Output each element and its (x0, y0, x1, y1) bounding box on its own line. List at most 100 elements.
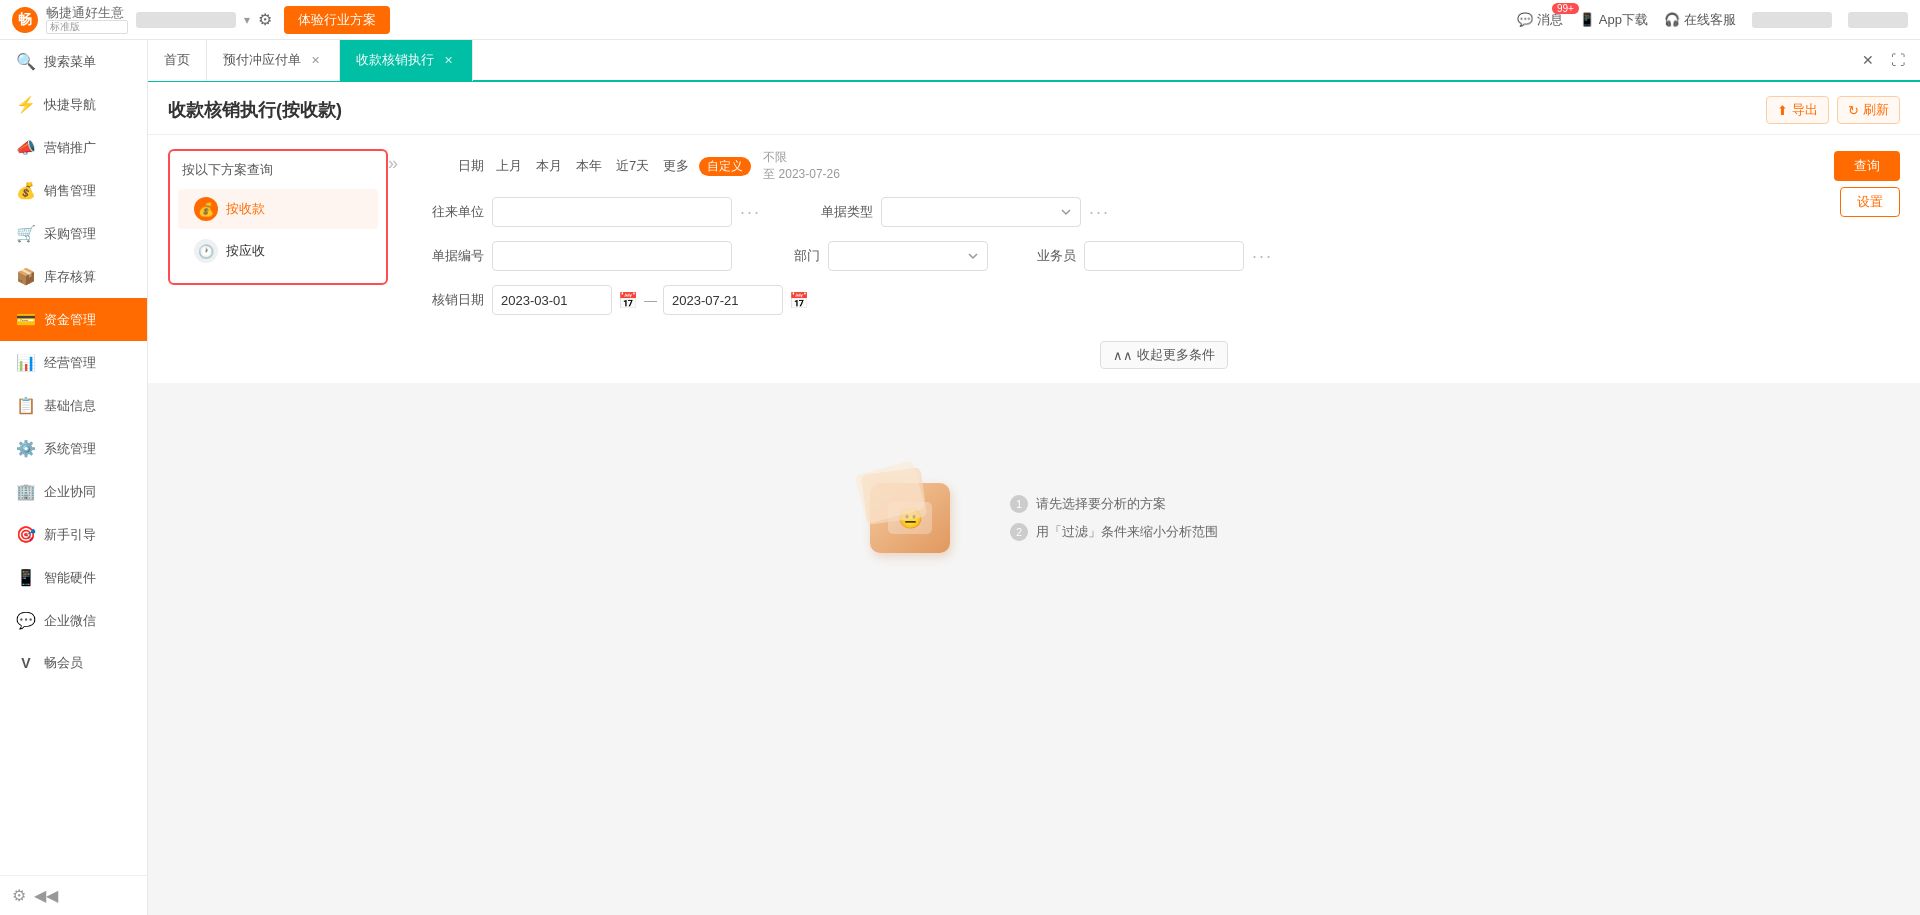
tab-close-all-button[interactable]: ✕ (1854, 46, 1882, 74)
mobile-icon: 📱 (1579, 12, 1595, 27)
search-icon: 🔍 (16, 52, 36, 71)
filter-receipt-label: 按收款 (226, 200, 265, 218)
sidebar-item-sales[interactable]: 💰 销售管理 (0, 169, 147, 212)
sidebar-item-member[interactable]: V 畅会员 (0, 642, 147, 684)
filter-by-receipt[interactable]: 💰 按收款 (178, 189, 378, 229)
tab-close-prepay[interactable]: ✕ (307, 52, 323, 68)
sidebar-item-quick-nav[interactable]: ⚡ 快捷导航 (0, 83, 147, 126)
step-1-badge: 1 (1010, 495, 1028, 513)
counterparty-more-icon[interactable]: ··· (740, 202, 761, 223)
cart-icon: 🛒 (16, 224, 36, 243)
filter-sidebar: 按以下方案查询 💰 按收款 🕐 按应收 (168, 149, 388, 369)
docno-filter-row: 单据编号 部门 业务员 ··· (428, 241, 1802, 271)
sidebar-item-purchase[interactable]: 🛒 采购管理 (0, 212, 147, 255)
chevron-left-icon: » (388, 153, 398, 174)
tab-receipt-writeoff[interactable]: 收款核销执行 ✕ (340, 40, 473, 81)
page-header: 收款核销执行(按收款) ⬆ 导出 ↻ 刷新 (148, 82, 1920, 135)
empty-step-1-text: 请先选择要分析的方案 (1036, 495, 1166, 513)
filter-main: 日期 上月 本月 本年 近7天 更多 自定义 (412, 149, 1900, 369)
date-7days[interactable]: 近7天 (612, 155, 653, 177)
solution-button[interactable]: 体验行业方案 (284, 6, 390, 34)
writeoff-date-picker: 📅 — 📅 (492, 285, 809, 315)
writeoff-date-start[interactable] (492, 285, 612, 315)
collapse-more-button[interactable]: ∧∧ 收起更多条件 (1100, 341, 1228, 369)
filter-sidebar-title: 按以下方案查询 (170, 161, 386, 187)
message-icon: 💬 (1517, 12, 1533, 27)
writeoff-date-end[interactable] (663, 285, 783, 315)
main-layout: 🔍 搜索菜单 ⚡ 快捷导航 📣 营销推广 💰 销售管理 🛒 采购管理 📦 库存核… (0, 40, 1920, 915)
tabbar-actions: ✕ ⛶ (1854, 46, 1920, 74)
query-button[interactable]: 查询 (1834, 151, 1900, 181)
sidebar-item-beginner[interactable]: 🎯 新手引导 (0, 513, 147, 556)
wechat-icon: 💬 (16, 611, 36, 630)
empty-text-group: 1 请先选择要分析的方案 2 用「过滤」条件来缩小分析范围 (1010, 495, 1218, 541)
counterparty-input[interactable] (492, 197, 732, 227)
doc-type-more-icon[interactable]: ··· (1089, 202, 1110, 223)
sidebar-item-system[interactable]: ⚙️ 系统管理 (0, 427, 147, 470)
export-icon: ⬆ (1777, 103, 1788, 118)
writeoff-cal-end-icon[interactable]: 📅 (789, 291, 809, 310)
writeoff-cal-start-icon[interactable]: 📅 (618, 291, 638, 310)
sidebar-item-inventory[interactable]: 📦 库存核算 (0, 255, 147, 298)
sidebar-settings-icon[interactable]: ⚙ (12, 886, 26, 905)
app-download-button[interactable]: 📱 App下载 (1579, 11, 1648, 29)
workspace-chevron-icon[interactable]: ▾ (244, 13, 250, 27)
user-avatar[interactable] (1752, 12, 1832, 28)
sidebar-item-enterprise[interactable]: 🏢 企业协同 (0, 470, 147, 513)
settings-button[interactable]: 设置 (1840, 187, 1900, 217)
tabbar: 首页 预付冲应付单 ✕ 收款核销执行 ✕ ✕ ⛶ (148, 40, 1920, 82)
building-icon: 🏢 (16, 482, 36, 501)
refresh-button[interactable]: ↻ 刷新 (1837, 96, 1900, 124)
docno-input[interactable] (492, 241, 732, 271)
tab-close-receipt[interactable]: ✕ (440, 52, 456, 68)
workspace-name (136, 12, 236, 28)
gear-icon: ⚙️ (16, 439, 36, 458)
sidebar-collapse-icon[interactable]: ◀◀ (34, 886, 58, 905)
staff-input[interactable] (1084, 241, 1244, 271)
date-this-month[interactable]: 本月 (532, 155, 566, 177)
refresh-icon: ↻ (1848, 103, 1859, 118)
date-more[interactable]: 更多 (659, 155, 693, 177)
sidebar: 🔍 搜索菜单 ⚡ 快捷导航 📣 营销推广 💰 销售管理 🛒 采购管理 📦 库存核… (0, 40, 148, 915)
export-button[interactable]: ⬆ 导出 (1766, 96, 1829, 124)
tab-home[interactable]: 首页 (148, 40, 207, 81)
list-icon: 📋 (16, 396, 36, 415)
sidebar-item-operations[interactable]: 📊 经营管理 (0, 341, 147, 384)
empty-illustration: 😐 (850, 463, 970, 573)
date-quick-buttons: 上月 本月 本年 近7天 更多 自定义 (492, 155, 751, 177)
date-label: 日期 (428, 157, 484, 175)
brand-name: 畅捷通好生意 (46, 5, 124, 21)
filter-area: 按以下方案查询 💰 按收款 🕐 按应收 » (148, 135, 1920, 383)
filter-collapse-button[interactable]: » (388, 149, 412, 369)
date-custom-badge[interactable]: 自定义 (699, 157, 751, 176)
staff-more-icon[interactable]: ··· (1252, 246, 1273, 267)
box-icon: 📦 (16, 267, 36, 286)
sidebar-item-finance[interactable]: 💳 资金管理 (0, 298, 147, 341)
customer-service-button[interactable]: 🎧 在线客服 (1664, 11, 1736, 29)
dept-label: 部门 (764, 247, 820, 265)
device-icon: 📱 (16, 568, 36, 587)
empty-step-2-text: 用「过滤」条件来缩小分析范围 (1036, 523, 1218, 541)
sidebar-item-smart-hw[interactable]: 📱 智能硬件 (0, 556, 147, 599)
page-title: 收款核销执行(按收款) (168, 98, 342, 122)
topbar: 畅 畅捷通好生意 标准版 ▾ ⚙ 体验行业方案 💬 消息 99+ 📱 App下载… (0, 0, 1920, 40)
message-button[interactable]: 💬 消息 99+ (1517, 11, 1563, 29)
doc-type-label: 单据类型 (793, 203, 873, 221)
tab-prepay[interactable]: 预付冲应付单 ✕ (207, 40, 340, 81)
headset-icon: 🎧 (1664, 12, 1680, 27)
dept-select[interactable] (828, 241, 988, 271)
writeoff-date-filter-row: 核销日期 📅 — 📅 (428, 285, 1802, 315)
settings-icon[interactable]: ⚙ (258, 10, 272, 29)
sidebar-item-wechat[interactable]: 💬 企业微信 (0, 599, 147, 642)
tab-expand-button[interactable]: ⛶ (1884, 46, 1912, 74)
doc-type-select[interactable] (881, 197, 1081, 227)
sidebar-item-marketing[interactable]: 📣 营销推广 (0, 126, 147, 169)
sidebar-item-basic-info[interactable]: 📋 基础信息 (0, 384, 147, 427)
sidebar-item-search-menu[interactable]: 🔍 搜索菜单 (0, 40, 147, 83)
filter-by-receivable[interactable]: 🕐 按应收 (178, 231, 378, 271)
chart-icon: 📊 (16, 353, 36, 372)
date-last-month[interactable]: 上月 (492, 155, 526, 177)
counterparty-label: 往来单位 (428, 203, 484, 221)
staff-label: 业务员 (1020, 247, 1076, 265)
date-this-year[interactable]: 本年 (572, 155, 606, 177)
